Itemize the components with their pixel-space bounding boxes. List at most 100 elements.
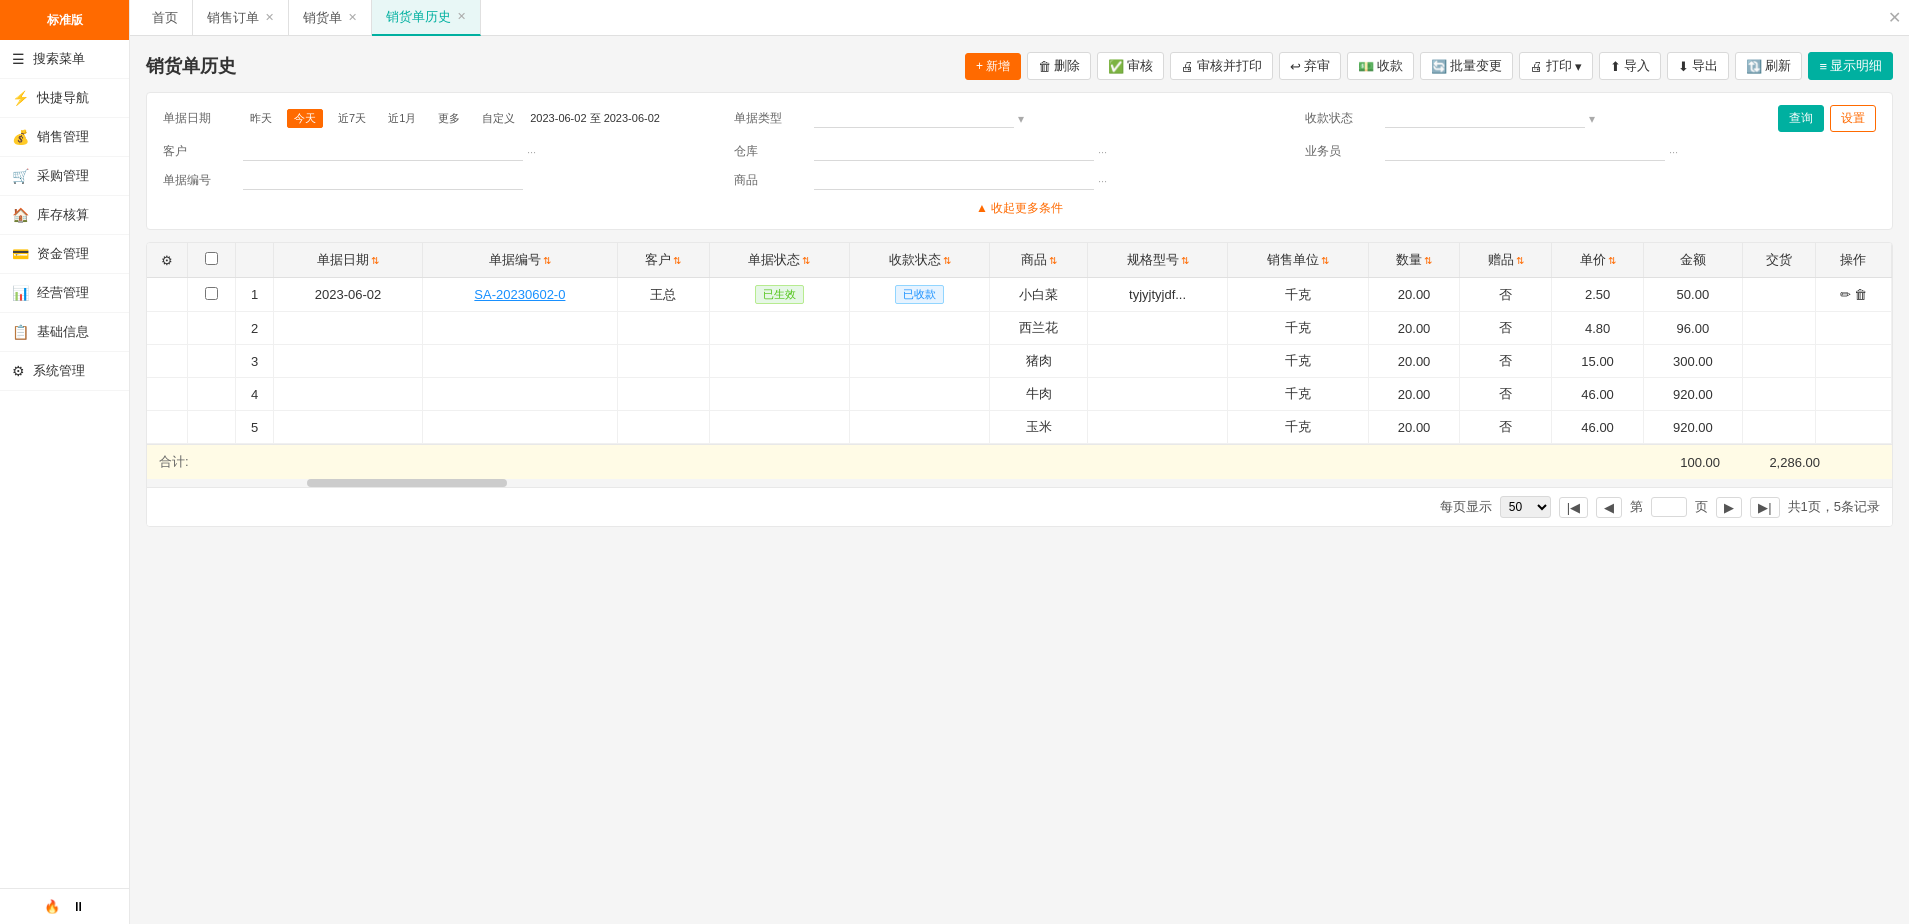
cell-operation[interactable] [1815, 411, 1891, 444]
tab-home[interactable]: 首页 [138, 0, 193, 36]
date-yesterday[interactable]: 昨天 [243, 109, 279, 128]
page-number-input[interactable]: 1 [1651, 497, 1687, 517]
col-doc-no[interactable]: 单据编号⇅ [422, 243, 617, 278]
collect-status-input[interactable] [1385, 109, 1585, 128]
cell-checkbox[interactable] [187, 345, 236, 378]
col-transaction: 交货 [1742, 243, 1815, 278]
col-doc-date[interactable]: 单据日期⇅ [274, 243, 423, 278]
cell-spec [1087, 312, 1227, 345]
doc-type-dropdown[interactable]: ▾ [1018, 112, 1024, 126]
tab-close-all-button[interactable]: ✕ [1888, 8, 1901, 27]
col-goods[interactable]: 商品⇅ [990, 243, 1087, 278]
import-button[interactable]: ⬆ 导入 [1599, 52, 1661, 80]
tab-sales-order[interactable]: 销售订单 ✕ [193, 0, 289, 36]
horizontal-scrollbar[interactable] [147, 479, 1892, 487]
col-price[interactable]: 单价⇅ [1552, 243, 1644, 278]
staff-select-btn[interactable]: ··· [1669, 146, 1678, 158]
audit-button[interactable]: ✅ 审核 [1097, 52, 1164, 80]
warehouse-select-btn[interactable]: ··· [1098, 146, 1107, 158]
cell-operation[interactable] [1815, 345, 1891, 378]
show-detail-button[interactable]: ≡ 显示明细 [1808, 52, 1893, 80]
sidebar-item-quick-nav[interactable]: ⚡ 快捷导航 [0, 79, 129, 118]
page-first-button[interactable]: |◀ [1559, 497, 1588, 518]
customer-select-btn[interactable]: ··· [527, 146, 536, 158]
doc-no-link[interactable]: SA-20230602-0 [474, 287, 565, 302]
batch-change-button[interactable]: 🔄 批量变更 [1420, 52, 1513, 80]
staff-input[interactable] [1385, 142, 1665, 161]
col-settings[interactable]: ⚙ [147, 243, 187, 278]
col-customer[interactable]: 客户⇅ [617, 243, 709, 278]
cell-operation[interactable] [1815, 378, 1891, 411]
tab-sales-history-close[interactable]: ✕ [457, 10, 466, 23]
date-7days[interactable]: 近7天 [331, 109, 373, 128]
select-all-checkbox[interactable] [205, 252, 218, 265]
sidebar-item-system-mgmt[interactable]: ⚙ 系统管理 [0, 352, 129, 391]
collect-status-dropdown[interactable]: ▾ [1589, 112, 1595, 126]
system-icon: ⚙ [12, 363, 25, 379]
date-1month[interactable]: 近1月 [381, 109, 423, 128]
cell-checkbox[interactable] [187, 312, 236, 345]
goods-select-btn[interactable]: ··· [1098, 175, 1107, 187]
new-button[interactable]: + 新增 [965, 53, 1021, 80]
doc-no-input[interactable] [243, 171, 523, 190]
sidebar-item-search-menu[interactable]: ☰ 搜索菜单 [0, 40, 129, 79]
total-records: 共1页，5条记录 [1788, 498, 1880, 516]
page-prev-button[interactable]: ◀ [1596, 497, 1622, 518]
col-qty[interactable]: 数量⇅ [1368, 243, 1460, 278]
cell-settings [147, 345, 187, 378]
col-unit[interactable]: 销售单位⇅ [1228, 243, 1368, 278]
print-button[interactable]: 🖨 打印 ▾ [1519, 52, 1593, 80]
sidebar-item-basic-info[interactable]: 📋 基础信息 [0, 313, 129, 352]
tab-sales-order-close[interactable]: ✕ [265, 11, 274, 24]
sidebar-footer-icon2[interactable]: ⏸ [72, 899, 85, 914]
cell-qty: 20.00 [1368, 312, 1460, 345]
table-row: 5玉米千克20.00否46.00920.00 [147, 411, 1892, 444]
cell-operation[interactable] [1815, 312, 1891, 345]
basic-info-icon: 📋 [12, 324, 29, 340]
tab-sales-history[interactable]: 销货单历史 ✕ [372, 0, 481, 36]
scrollbar-thumb[interactable] [307, 479, 507, 487]
row-checkbox[interactable] [205, 287, 218, 300]
audit-print-button[interactable]: 🖨 审核并打印 [1170, 52, 1273, 80]
date-more[interactable]: 更多 [431, 109, 467, 128]
doc-type-input[interactable] [814, 109, 1014, 128]
sidebar-item-finance-mgmt[interactable]: 💳 资金管理 [0, 235, 129, 274]
cell-operation[interactable]: ✏ 🗑 [1815, 278, 1891, 312]
sidebar-item-inventory[interactable]: 🏠 库存核算 [0, 196, 129, 235]
date-custom[interactable]: 自定义 [475, 109, 522, 128]
cell-amount: 50.00 [1643, 278, 1742, 312]
tab-sales-goods-close[interactable]: ✕ [348, 11, 357, 24]
date-today[interactable]: 今天 [287, 109, 323, 128]
print-icon: 🖨 [1530, 59, 1543, 74]
query-button[interactable]: 查询 [1778, 105, 1824, 132]
tab-sales-goods[interactable]: 销货单 ✕ [289, 0, 372, 36]
page-last-button[interactable]: ▶| [1750, 497, 1779, 518]
collect-button[interactable]: 💵 收款 [1347, 52, 1414, 80]
settings-button[interactable]: 设置 [1830, 105, 1876, 132]
sidebar-item-sales-mgmt[interactable]: 💰 销售管理 [0, 118, 129, 157]
sidebar-item-operation-mgmt[interactable]: 📊 经营管理 [0, 274, 129, 313]
collapse-filter-btn[interactable]: ▲ 收起更多条件 [163, 200, 1876, 217]
col-gift[interactable]: 赠品⇅ [1460, 243, 1552, 278]
sidebar-item-label: 资金管理 [37, 245, 89, 263]
page-size-select[interactable]: 50 100 200 [1500, 496, 1551, 518]
goods-input[interactable] [814, 171, 1094, 190]
col-collect-status[interactable]: 收款状态⇅ [850, 243, 990, 278]
sidebar-footer-icon1[interactable]: 🔥 [44, 899, 60, 914]
cell-checkbox[interactable] [187, 411, 236, 444]
col-checkbox [187, 243, 236, 278]
abandon-button[interactable]: ↩ 弃审 [1279, 52, 1341, 80]
col-doc-status[interactable]: 单据状态⇅ [709, 243, 849, 278]
cell-checkbox[interactable] [187, 278, 236, 312]
cell-checkbox[interactable] [187, 378, 236, 411]
delete-button[interactable]: 🗑 删除 [1027, 52, 1091, 80]
warehouse-input[interactable] [814, 142, 1094, 161]
sidebar-item-purchase-mgmt[interactable]: 🛒 采购管理 [0, 157, 129, 196]
export-button[interactable]: ⬇ 导出 [1667, 52, 1729, 80]
refresh-button[interactable]: 🔃 刷新 [1735, 52, 1802, 80]
sidebar: 标准版 ☰ 搜索菜单 ⚡ 快捷导航 💰 销售管理 🛒 采购管理 🏠 库存核算 💳… [0, 0, 130, 924]
quick-nav-icon: ⚡ [12, 90, 29, 106]
customer-input[interactable] [243, 142, 523, 161]
col-spec[interactable]: 规格型号⇅ [1087, 243, 1227, 278]
page-next-button[interactable]: ▶ [1716, 497, 1742, 518]
